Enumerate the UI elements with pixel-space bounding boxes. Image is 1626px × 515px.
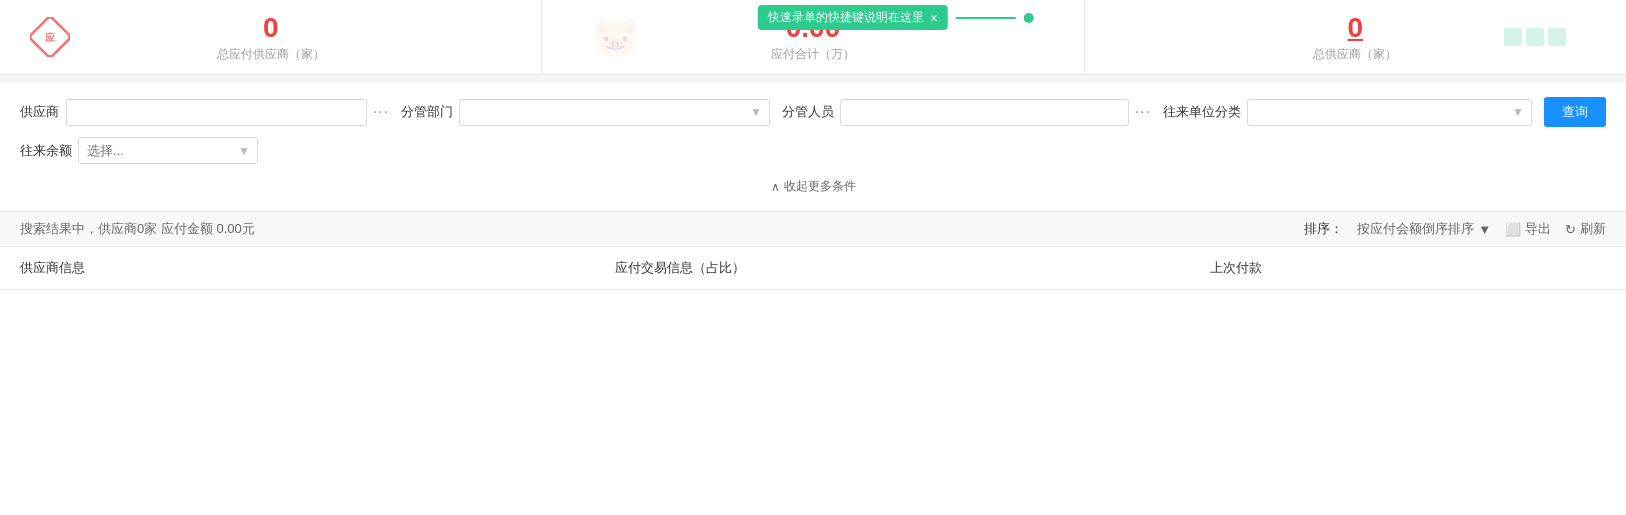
tooltip-line xyxy=(956,17,1016,19)
filter-group-department: 分管部门 ▼ xyxy=(401,99,770,126)
supplier-input[interactable] xyxy=(66,99,367,126)
balance-input[interactable] xyxy=(78,137,258,164)
supplier-label: 供应商 xyxy=(20,103,60,121)
stat3-number: 0 xyxy=(1348,11,1364,45)
stats-bar: 应 0 总应付供应商（家） 🐷 快速录单的快捷键说明在这里 × 0.00 应付合… xyxy=(0,0,1626,75)
department-select-wrapper: ▼ xyxy=(459,99,770,126)
stat2-label: 应付合计（万） xyxy=(771,46,855,63)
results-bar: 搜索结果中，供应商0家 应付金额 0.00元 排序： 按应付会额倒序排序 ▼ ⬜… xyxy=(0,212,1626,247)
tooltip-dot xyxy=(1024,13,1034,23)
stat-total-suppliers: 0 总供应商（家） xyxy=(1085,0,1626,74)
unit-select-wrapper: ▼ xyxy=(1247,99,1532,126)
col-header-trade: 应付交易信息（占比） xyxy=(615,259,1210,277)
stat1-label: 总应付供应商（家） xyxy=(217,46,325,63)
balance-label: 往来余额 xyxy=(20,142,72,160)
unit-input[interactable] xyxy=(1247,99,1532,126)
person-more-btn[interactable]: ··· xyxy=(1135,103,1151,121)
filter-row-1: 供应商 ··· 分管部门 ▼ 分管人员 ··· 往来单位分类 ▼ 查询 xyxy=(20,97,1606,127)
lock-icon xyxy=(1504,28,1566,46)
refresh-label: 刷新 xyxy=(1580,220,1606,238)
department-label: 分管部门 xyxy=(401,103,453,121)
stat1-number: 0 xyxy=(263,11,279,45)
refresh-button[interactable]: ↻ 刷新 xyxy=(1565,220,1606,238)
col-header-payment: 上次付款 xyxy=(1210,259,1607,277)
table-header: 供应商信息 应付交易信息（占比） 上次付款 xyxy=(0,247,1626,290)
tooltip-badge: 快速录单的快捷键说明在这里 × xyxy=(758,5,948,30)
stat3-label: 总供应商（家） xyxy=(1313,46,1397,63)
results-actions: 排序： 按应付会额倒序排序 ▼ ⬜ 导出 ↻ 刷新 xyxy=(1304,220,1606,238)
export-button[interactable]: ⬜ 导出 xyxy=(1505,220,1551,238)
tooltip-container: 快速录单的快捷键说明在这里 × xyxy=(758,5,1034,30)
collapse-arrow-icon: ∧ xyxy=(771,180,780,194)
tooltip-text: 快速录单的快捷键说明在这里 xyxy=(768,9,924,26)
filter-group-unit: 往来单位分类 ▼ xyxy=(1163,99,1532,126)
person-label: 分管人员 xyxy=(782,103,834,121)
diamond-icon: 应 xyxy=(30,17,70,57)
results-info: 搜索结果中，供应商0家 应付金额 0.00元 xyxy=(20,220,255,238)
unit-label: 往来单位分类 xyxy=(1163,103,1241,121)
supplier-more-btn[interactable]: ··· xyxy=(373,103,389,121)
refresh-icon: ↻ xyxy=(1565,222,1576,237)
sort-value: 按应付会额倒序排序 xyxy=(1357,220,1474,238)
filter-group-balance: 往来余额 ▼ xyxy=(20,137,1606,164)
filter-group-person: 分管人员 ··· xyxy=(782,99,1151,126)
balance-select-wrapper: ▼ xyxy=(78,137,258,164)
pig-icon: 🐷 xyxy=(592,15,639,59)
sort-select[interactable]: 按应付会额倒序排序 ▼ xyxy=(1357,220,1491,238)
export-icon: ⬜ xyxy=(1505,222,1521,237)
sort-arrow-icon: ▼ xyxy=(1478,222,1491,237)
department-input[interactable] xyxy=(459,99,770,126)
person-input[interactable] xyxy=(840,99,1129,126)
filter-group-supplier: 供应商 ··· xyxy=(20,99,389,126)
svg-text:应: 应 xyxy=(44,32,56,43)
stat-total-payable-suppliers: 应 0 总应付供应商（家） xyxy=(0,0,542,74)
query-button[interactable]: 查询 xyxy=(1544,97,1606,127)
filter-area: 供应商 ··· 分管部门 ▼ 分管人员 ··· 往来单位分类 ▼ 查询 xyxy=(0,83,1626,212)
collapse-row: ∧ 收起更多条件 xyxy=(20,174,1606,203)
tooltip-close-btn[interactable]: × xyxy=(930,11,938,25)
filter-row-2: 往来余额 ▼ xyxy=(20,137,1606,164)
stat-payable-total: 🐷 快速录单的快捷键说明在这里 × 0.00 应付合计（万） xyxy=(542,0,1084,74)
col-header-supplier: 供应商信息 xyxy=(20,259,615,277)
collapse-label: 收起更多条件 xyxy=(784,178,856,195)
export-label: 导出 xyxy=(1525,220,1551,238)
sort-label: 排序： xyxy=(1304,220,1343,238)
collapse-button[interactable]: ∧ 收起更多条件 xyxy=(771,178,856,195)
table-body xyxy=(0,290,1626,515)
